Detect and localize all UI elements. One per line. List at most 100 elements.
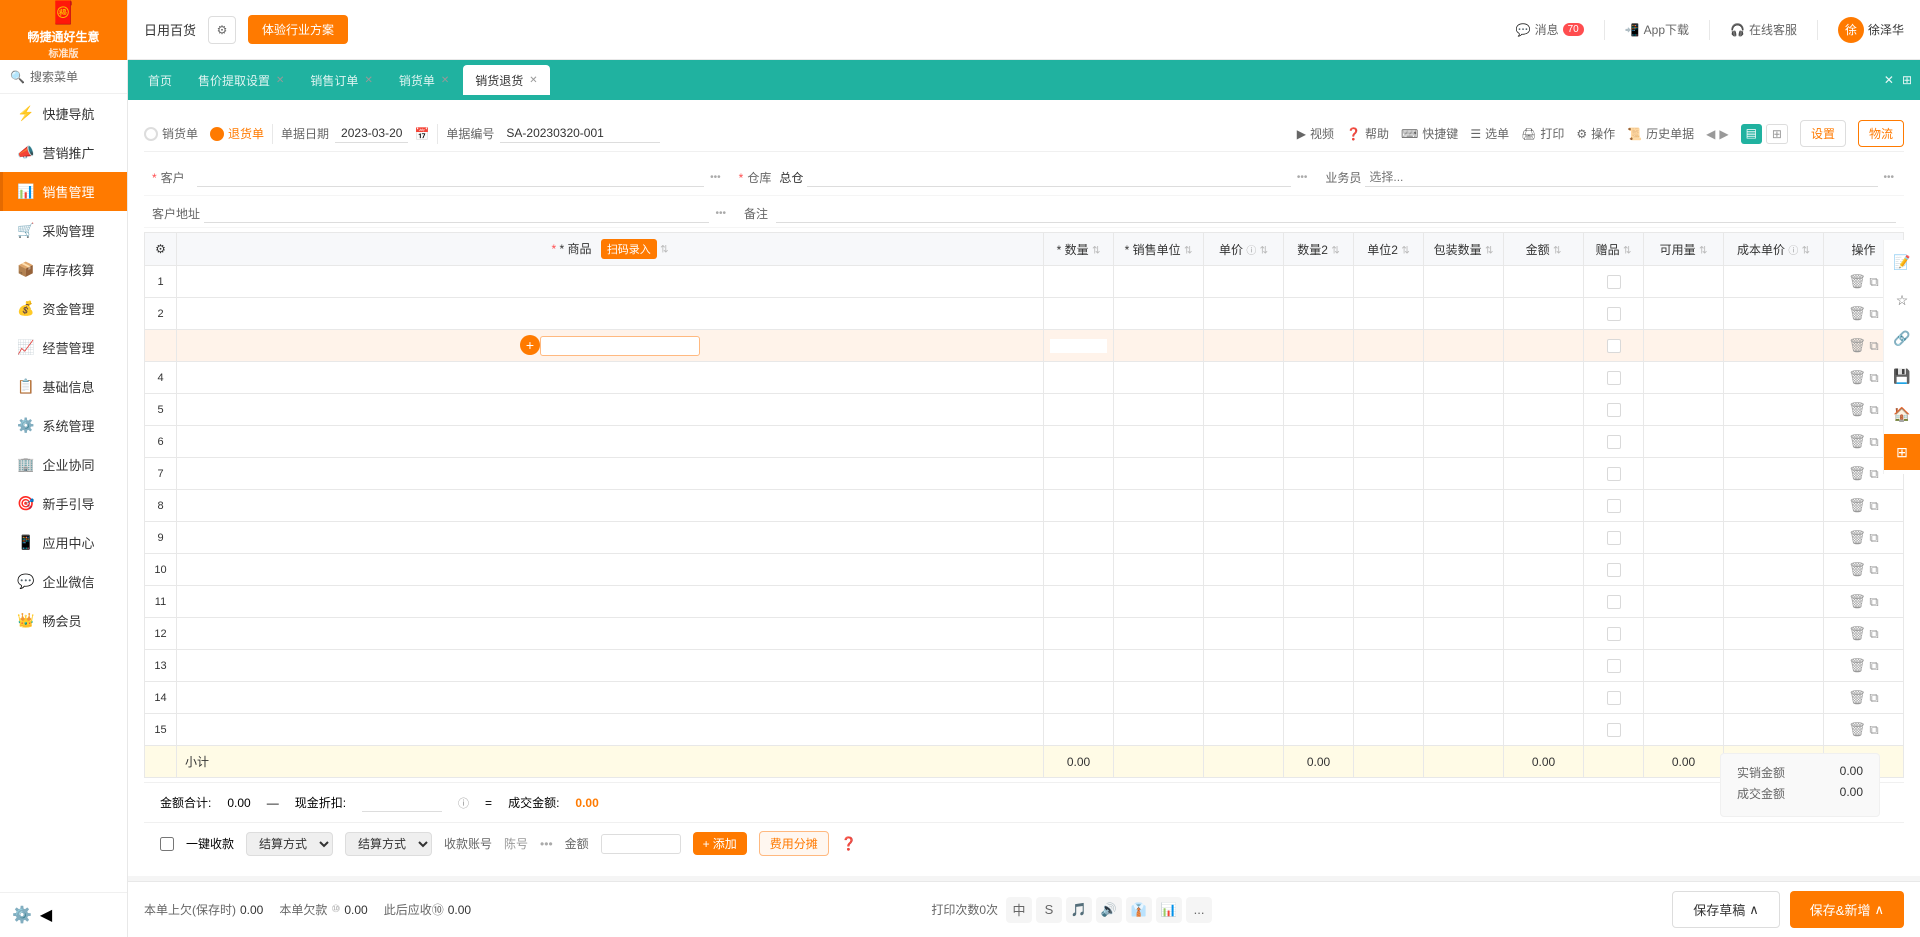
- unit-cell-8[interactable]: [1114, 490, 1204, 522]
- settings-footer-icon[interactable]: ⚙️: [12, 905, 32, 925]
- sidebar-item-quick-nav[interactable]: ⚡ 快捷导航: [0, 94, 127, 133]
- float-link-icon[interactable]: 🔗: [1884, 320, 1920, 356]
- tab-price-settings[interactable]: 售价提取设置 ✕: [186, 65, 296, 95]
- unit2-cell-2[interactable]: [1354, 298, 1424, 330]
- gift-cell-2[interactable]: [1584, 298, 1644, 330]
- price-cell-13[interactable]: [1204, 650, 1284, 682]
- qty-input-7[interactable]: [1050, 467, 1107, 481]
- price-cell-14[interactable]: [1204, 682, 1284, 714]
- unit-cell-11[interactable]: [1114, 586, 1204, 618]
- footer-icon-1[interactable]: 中: [1006, 897, 1032, 923]
- amount-cell-13[interactable]: [1504, 650, 1584, 682]
- delete-row-15[interactable]: 🗑: [1848, 721, 1866, 737]
- gift-cell-10[interactable]: [1584, 554, 1644, 586]
- unit2-cell-10[interactable]: [1354, 554, 1424, 586]
- copy-row-7[interactable]: ⧉: [1869, 466, 1878, 481]
- unit-cell-14[interactable]: [1114, 682, 1204, 714]
- save-draft-button[interactable]: 保存草稿 ∧: [1672, 891, 1780, 928]
- app-download-item[interactable]: 📲 App下载: [1625, 21, 1689, 38]
- avail-cell-8[interactable]: [1644, 490, 1724, 522]
- qty-input-4[interactable]: [1050, 371, 1107, 385]
- qty2-cell-12[interactable]: [1284, 618, 1354, 650]
- delete-row-2[interactable]: 🗑: [1848, 305, 1866, 321]
- cost-cell-3[interactable]: [1724, 330, 1824, 362]
- price-cell-15[interactable]: [1204, 714, 1284, 746]
- cost-cell-9[interactable]: [1724, 522, 1824, 554]
- calc-method-select[interactable]: 结算方式: [345, 832, 432, 856]
- qty-cell-13[interactable]: [1044, 650, 1114, 682]
- gift-cell-15[interactable]: [1584, 714, 1644, 746]
- save-new-button[interactable]: 保存&新增 ∧: [1790, 891, 1904, 928]
- price-cell-8[interactable]: [1204, 490, 1284, 522]
- prev-history-icon[interactable]: ◀: [1706, 127, 1715, 141]
- unit-cell-13[interactable]: [1114, 650, 1204, 682]
- product-cell-2[interactable]: [177, 298, 1044, 330]
- price-cell-3[interactable]: [1204, 330, 1284, 362]
- price-cell-4[interactable]: [1204, 362, 1284, 394]
- copy-row-6[interactable]: ⧉: [1869, 434, 1878, 449]
- amount-cell-9[interactable]: [1504, 522, 1584, 554]
- footer-icon-7[interactable]: ...: [1186, 897, 1212, 923]
- amount-cell-5[interactable]: [1504, 394, 1584, 426]
- discount-help[interactable]: ⓘ: [458, 795, 469, 811]
- tab-sales-return[interactable]: 销货退货 ✕: [463, 65, 549, 95]
- sidebar-item-operations[interactable]: 📈 经营管理: [0, 328, 127, 367]
- qty2-cell-13[interactable]: [1284, 650, 1354, 682]
- gift-checkbox-1[interactable]: [1607, 275, 1621, 289]
- doc-no-value[interactable]: SA-20230320-001: [500, 124, 660, 143]
- qty-cell-6[interactable]: [1044, 426, 1114, 458]
- qty2-cell-6[interactable]: [1284, 426, 1354, 458]
- unit2-cell-7[interactable]: [1354, 458, 1424, 490]
- avail-cell-2[interactable]: [1644, 298, 1724, 330]
- amount-cell-10[interactable]: [1504, 554, 1584, 586]
- price-cell-2[interactable]: [1204, 298, 1284, 330]
- cost-cell-1[interactable]: [1724, 266, 1824, 298]
- col-gift-sort[interactable]: ⇅: [1623, 245, 1631, 256]
- logistics-button[interactable]: 物流: [1858, 120, 1904, 147]
- settings-button[interactable]: 设置: [1800, 120, 1846, 147]
- col-qty2-sort[interactable]: ⇅: [1331, 245, 1339, 256]
- cost-cell-7[interactable]: [1724, 458, 1824, 490]
- qty2-cell-11[interactable]: [1284, 586, 1354, 618]
- warehouse-dots[interactable]: •••: [1295, 170, 1310, 185]
- col-unit2-sort[interactable]: ⇅: [1401, 245, 1409, 256]
- product-cell-10[interactable]: [177, 554, 1044, 586]
- video-action[interactable]: ▶ 视频: [1297, 125, 1334, 142]
- pack-cell-13[interactable]: [1424, 650, 1504, 682]
- qty2-cell-2[interactable]: [1284, 298, 1354, 330]
- delete-row-7[interactable]: 🗑: [1848, 465, 1866, 481]
- online-service-item[interactable]: 🎧 在线客服: [1730, 21, 1797, 38]
- unit-cell-6[interactable]: [1114, 426, 1204, 458]
- tab-sales-delivery-close[interactable]: ✕: [441, 75, 449, 86]
- unit2-cell-8[interactable]: [1354, 490, 1424, 522]
- avail-cell-12[interactable]: [1644, 618, 1724, 650]
- avail-cell-6[interactable]: [1644, 426, 1724, 458]
- amount-cell-1[interactable]: [1504, 266, 1584, 298]
- note-input[interactable]: [776, 204, 1896, 223]
- pack-cell-6[interactable]: [1424, 426, 1504, 458]
- qty-input-13[interactable]: [1050, 659, 1107, 673]
- copy-row-14[interactable]: ⧉: [1869, 690, 1878, 705]
- history-action[interactable]: 📜 历史单据: [1627, 125, 1694, 142]
- scan-button[interactable]: 扫码录入: [601, 239, 657, 259]
- customer-input[interactable]: [197, 168, 704, 187]
- unit2-cell-4[interactable]: [1354, 362, 1424, 394]
- qty2-cell-9[interactable]: [1284, 522, 1354, 554]
- pack-cell-7[interactable]: [1424, 458, 1504, 490]
- col-unit-sort[interactable]: ⇅: [1184, 245, 1192, 256]
- product-input-6[interactable]: [183, 435, 1037, 449]
- delete-row-12[interactable]: 🗑: [1848, 625, 1866, 641]
- discount-input[interactable]: [362, 793, 442, 812]
- product-input-13[interactable]: [183, 659, 1037, 673]
- delete-row-11[interactable]: 🗑: [1848, 593, 1866, 609]
- tab-sales-return-close[interactable]: ✕: [529, 75, 537, 86]
- product-cell-8[interactable]: [177, 490, 1044, 522]
- gift-cell-14[interactable]: [1584, 682, 1644, 714]
- delete-row-14[interactable]: 🗑: [1848, 689, 1866, 705]
- price-cell-1[interactable]: [1204, 266, 1284, 298]
- price-cell-5[interactable]: [1204, 394, 1284, 426]
- gift-cell-12[interactable]: [1584, 618, 1644, 650]
- gift-cell-13[interactable]: [1584, 650, 1644, 682]
- pack-cell-10[interactable]: [1424, 554, 1504, 586]
- qty-cell-5[interactable]: [1044, 394, 1114, 426]
